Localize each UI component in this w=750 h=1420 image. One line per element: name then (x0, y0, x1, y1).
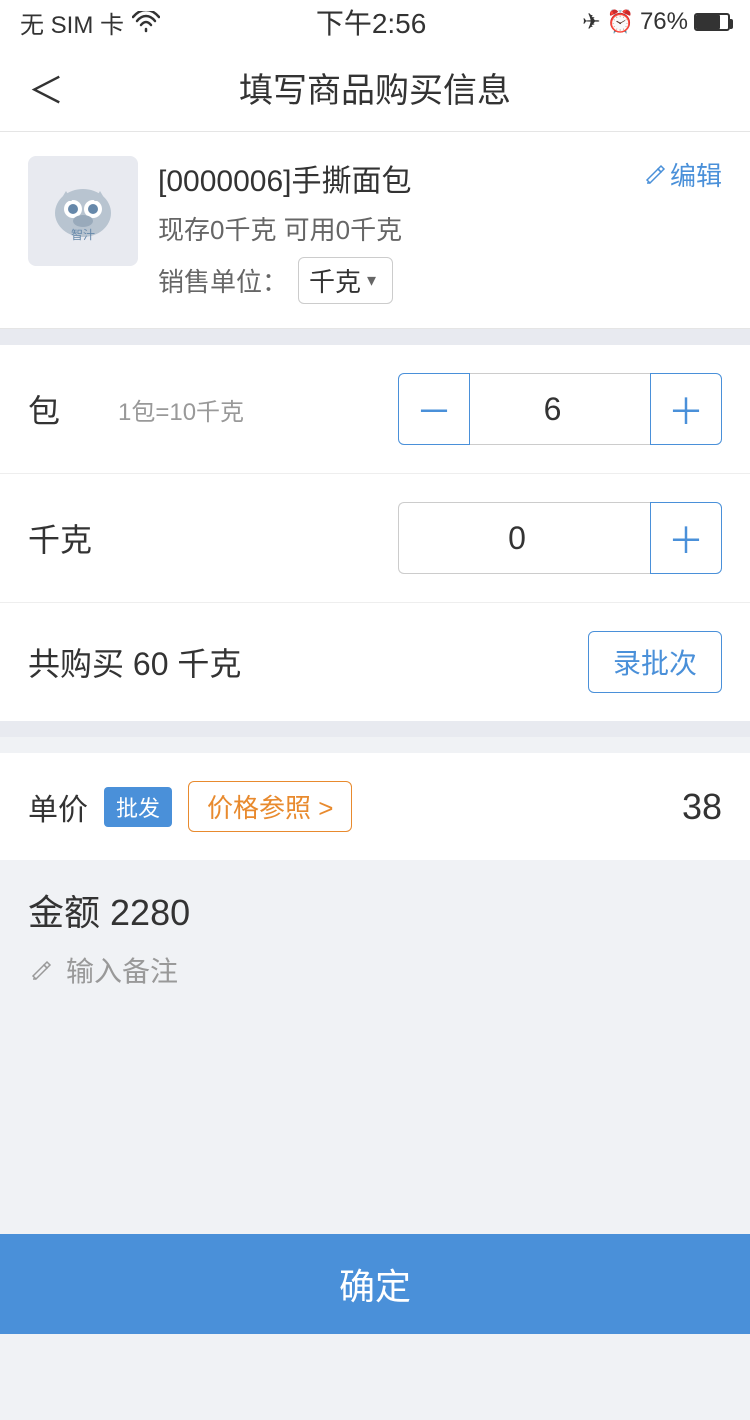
status-bar: 无 SIM 卡 下午2:56 ✈ ⏰ 76% (0, 0, 750, 44)
price-label: 单价 (28, 785, 88, 829)
page-title: 填写商品购买信息 (239, 63, 511, 112)
summary-section: 共购买 60 千克 录批次 (0, 603, 750, 721)
confirm-bar[interactable]: 确定 (0, 1234, 750, 1334)
product-stock: 现存0千克 可用0千克 (158, 210, 722, 247)
price-section: 单价 批发 价格参照 > 38 (0, 753, 750, 860)
price-value: 38 (682, 786, 722, 828)
section-divider-2 (0, 721, 750, 737)
product-name-row: [0000006]手撕面包 编辑 (158, 156, 722, 200)
confirm-button[interactable]: 确定 (339, 1258, 411, 1310)
unit-select-arrow: ▾ (367, 270, 376, 291)
summary-text: 共购买 60 千克 (28, 639, 241, 685)
product-name: [0000006]手撕面包 (158, 156, 411, 200)
input-row-bao: 包 1包=10千克 － ＋ (0, 345, 750, 474)
nav-bar: ＜ 填写商品购买信息 (0, 44, 750, 132)
input-row-kg: 千克 ＋ (0, 474, 750, 603)
input-section: 包 1包=10千克 － ＋ 千克 ＋ (0, 345, 750, 603)
increment-bao-button[interactable]: ＋ (650, 373, 722, 445)
note-row[interactable]: 输入备注 (28, 950, 722, 990)
product-logo: 智汁 (48, 181, 118, 241)
amount-section: 金额 2280 输入备注 (0, 860, 750, 1000)
input-hint-bao: 1包=10千克 (118, 392, 398, 427)
product-unit-row: 销售单位： 千克 ▾ (158, 257, 722, 304)
status-left: 无 SIM 卡 (20, 5, 160, 40)
note-placeholder[interactable]: 输入备注 (66, 950, 178, 990)
quantity-kg-input[interactable] (398, 502, 650, 574)
amount-row: 金额 2280 (28, 884, 722, 936)
battery-icon (694, 13, 730, 31)
input-controls-kg: ＋ (398, 502, 722, 574)
amount-value: 2280 (110, 892, 190, 933)
battery-label: 76% (640, 8, 688, 36)
section-divider-1 (0, 329, 750, 345)
input-label-bao: 包 (28, 386, 108, 432)
unit-select[interactable]: 千克 ▾ (298, 257, 393, 304)
product-info: [0000006]手撕面包 编辑 现存0千克 可用0千克 销售单位： 千克 ▾ (158, 156, 722, 304)
back-button[interactable]: ＜ (28, 62, 64, 114)
bottom-spacer (0, 1320, 750, 1420)
price-ref-button[interactable]: 价格参照 > (188, 781, 352, 832)
price-tag: 批发 (104, 787, 172, 827)
batch-button[interactable]: 录批次 (588, 631, 722, 693)
edit-button[interactable]: 编辑 (644, 156, 722, 193)
quantity-bao-input[interactable] (470, 373, 650, 445)
product-image: 智汁 (28, 156, 138, 266)
edit-icon (644, 164, 666, 186)
increment-kg-button[interactable]: ＋ (650, 502, 722, 574)
svg-text:智汁: 智汁 (71, 227, 95, 241)
amount-label: 金额 (28, 892, 100, 933)
input-label-kg: 千克 (28, 515, 108, 561)
status-time: 下午2:56 (316, 2, 427, 42)
product-card: 智汁 [0000006]手撕面包 编辑 现存0千克 可用0千克 销售单位： 千克… (0, 132, 750, 329)
decrement-bao-button[interactable]: － (398, 373, 470, 445)
status-right: ✈ ⏰ 76% (582, 8, 730, 36)
carrier-label: 无 SIM 卡 (20, 5, 124, 40)
location-icon: ✈ (582, 9, 600, 35)
input-controls-bao: － ＋ (398, 373, 722, 445)
pencil-icon (28, 956, 56, 984)
alarm-icon: ⏰ (607, 9, 634, 35)
wifi-icon (132, 11, 160, 33)
